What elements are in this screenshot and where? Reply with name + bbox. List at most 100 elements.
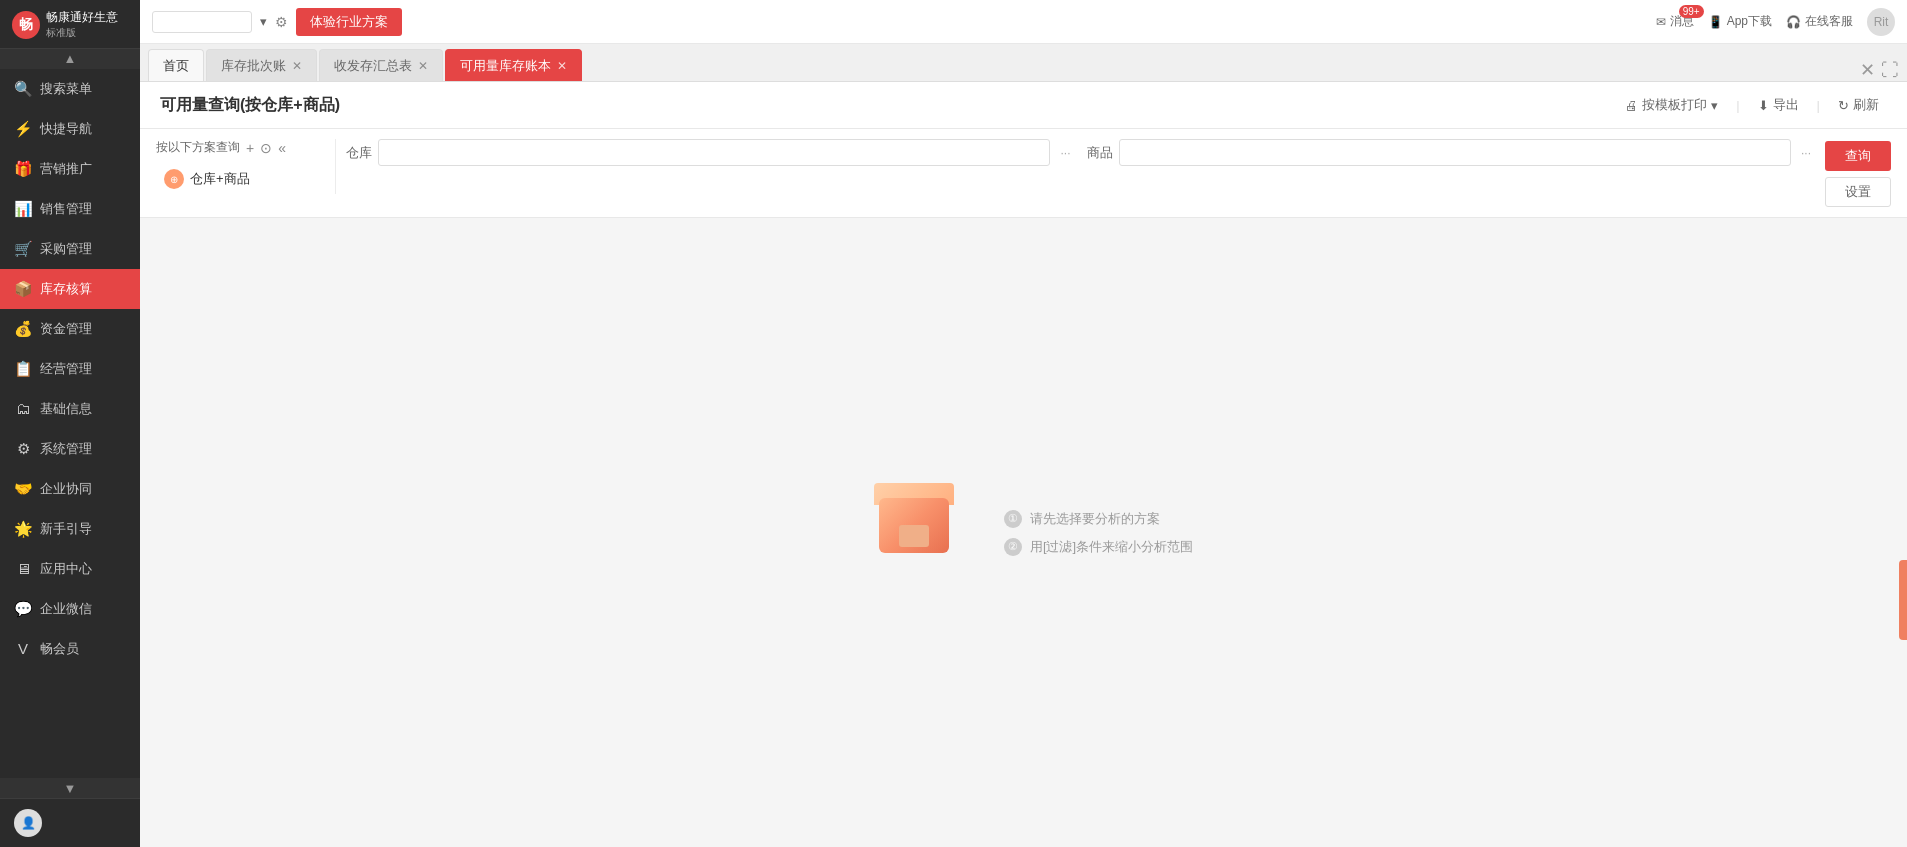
settings-icon[interactable]: ⚙ — [275, 14, 288, 30]
page-header-actions: 🖨 按模板打印 ▾ | ⬇ 导出 | ↻ 刷新 — [1617, 92, 1887, 118]
sidebar-item-member[interactable]: V 畅会员 — [0, 629, 140, 669]
sidebar-item-system[interactable]: ⚙ 系统管理 — [0, 429, 140, 469]
sidebar-scroll-up[interactable]: ▲ — [0, 49, 140, 69]
print-template-button[interactable]: 🖨 按模板打印 ▾ — [1617, 92, 1726, 118]
logo-badge: 标准版 — [46, 26, 118, 40]
page-header: 可用量查询(按仓库+商品) 🖨 按模板打印 ▾ | ⬇ 导出 | ↻ 刷新 — [140, 82, 1907, 129]
filter-field-product: 商品 ··· — [1087, 139, 1816, 166]
sidebar-item-shortcut[interactable]: ⚡ 快捷导航 — [0, 109, 140, 149]
shortcut-icon: ⚡ — [14, 120, 32, 138]
hint-1-text: 请先选择要分析的方案 — [1030, 510, 1160, 528]
sidebar-item-label: 系统管理 — [40, 440, 92, 458]
sidebar-item-label: 基础信息 — [40, 400, 92, 418]
warehouse-label: 仓库 — [346, 144, 372, 162]
topbar-right: ✉ 消息 99+ 📱 App下载 🎧 在线客服 Rit — [1656, 8, 1895, 36]
filter-scheme-header: 按以下方案查询 + ⊙ « — [156, 139, 323, 156]
filter-area: 按以下方案查询 + ⊙ « ⊕ 仓库+商品 仓库 ··· — [140, 129, 1907, 218]
sidebar: 畅 畅康通好生意 标准版 ▲ 🔍 搜索菜单 ⚡ 快捷导航 🎁 营销推广 📊 销售… — [0, 0, 140, 847]
tab-available-label: 可用量库存账本 — [460, 57, 551, 75]
customer-service-link[interactable]: 🎧 在线客服 — [1786, 13, 1853, 30]
box-icon: 📦 — [14, 280, 32, 298]
sidebar-item-collab[interactable]: 🤝 企业协同 — [0, 469, 140, 509]
sidebar-scroll-down[interactable]: ▼ — [0, 778, 140, 798]
tabs-right-actions: ✕ ⛶ — [1852, 59, 1907, 81]
hint-2-text: 用[过滤]条件来缩小分析范围 — [1030, 538, 1193, 556]
tab-batch-close-icon[interactable]: ✕ — [292, 59, 302, 73]
product-more-button[interactable]: ··· — [1797, 146, 1815, 160]
trial-industry-button[interactable]: 体验行业方案 — [296, 8, 402, 36]
add-scheme-icon[interactable]: + — [246, 140, 254, 156]
monitor-icon: 🖥 — [14, 560, 32, 577]
clipboard-icon: 📋 — [14, 360, 32, 378]
scheme-warehouse-product[interactable]: ⊕ 仓库+商品 — [156, 164, 323, 194]
vip-icon: V — [14, 640, 32, 657]
breadcrumb — [152, 11, 252, 33]
tab-home[interactable]: 首页 — [148, 49, 204, 81]
tab-available[interactable]: 可用量库存账本 ✕ — [445, 49, 582, 81]
page-content: 可用量查询(按仓库+商品) 🖨 按模板打印 ▾ | ⬇ 导出 | ↻ 刷新 — [140, 82, 1907, 847]
messages-button[interactable]: ✉ 消息 99+ — [1656, 13, 1694, 30]
empty-hints: ① 请先选择要分析的方案 ② 用[过滤]条件来缩小分析范围 — [1004, 510, 1193, 556]
export-button[interactable]: ⬇ 导出 — [1750, 92, 1807, 118]
print-icon: 🖨 — [1625, 98, 1638, 113]
filter-row-warehouse: 仓库 ··· 商品 ··· — [346, 139, 1815, 166]
tab-batch[interactable]: 库存批次账 ✕ — [206, 49, 317, 81]
scheme-label: 仓库+商品 — [190, 170, 250, 188]
sidebar-item-basic[interactable]: 🗂 基础信息 — [0, 389, 140, 429]
tab-summary-close-icon[interactable]: ✕ — [418, 59, 428, 73]
logo-icon: 畅 — [12, 11, 40, 39]
filter-right-buttons: 查询 设置 — [1825, 139, 1891, 207]
cart-icon: 🛒 — [14, 240, 32, 258]
warehouse-more-button[interactable]: ··· — [1056, 146, 1074, 160]
sidebar-item-label: 企业协同 — [40, 480, 92, 498]
tab-home-label: 首页 — [163, 57, 189, 75]
scheme-settings-icon[interactable]: ⊙ — [260, 140, 272, 156]
tab-batch-label: 库存批次账 — [221, 57, 286, 75]
folder-icon: 🗂 — [14, 400, 32, 417]
collapse-panel-icon[interactable]: « — [278, 140, 286, 156]
sidebar-nav: 🔍 搜索菜单 ⚡ 快捷导航 🎁 营销推广 📊 销售管理 🛒 采购管理 📦 库存核… — [0, 69, 140, 778]
sidebar-item-inventory[interactable]: 📦 库存核算 — [0, 269, 140, 309]
sidebar-item-label: 营销推广 — [40, 160, 92, 178]
warehouse-input[interactable] — [378, 139, 1050, 166]
money-icon: 💰 — [14, 320, 32, 338]
refresh-button[interactable]: ↻ 刷新 — [1830, 92, 1887, 118]
filter-field-warehouse: 仓库 ··· — [346, 139, 1075, 166]
sidebar-item-marketing[interactable]: 🎁 营销推广 — [0, 149, 140, 189]
sidebar-item-finance[interactable]: 💰 资金管理 — [0, 309, 140, 349]
user-avatar[interactable]: Rit — [1867, 8, 1895, 36]
logo-text: 畅康通好生意 — [46, 10, 118, 26]
sidebar-item-label: 企业微信 — [40, 600, 92, 618]
main-area: ▾ ⚙ 体验行业方案 ✉ 消息 99+ 📱 App下载 🎧 在线客服 Rit — [140, 0, 1907, 847]
sidebar-item-label: 库存核算 — [40, 280, 92, 298]
app-download-link[interactable]: 📱 App下载 — [1708, 13, 1772, 30]
filter-settings-button[interactable]: 设置 — [1825, 177, 1891, 207]
tabs-bar: 首页 库存批次账 ✕ 收发存汇总表 ✕ 可用量库存账本 ✕ ✕ ⛶ — [140, 44, 1907, 82]
product-input[interactable] — [1119, 139, 1791, 166]
avatar[interactable]: 👤 — [14, 809, 42, 837]
search-input[interactable] — [152, 11, 252, 33]
tab-summary-label: 收发存汇总表 — [334, 57, 412, 75]
sidebar-footer-user[interactable]: 👤 — [0, 798, 140, 847]
sidebar-item-operation[interactable]: 📋 经营管理 — [0, 349, 140, 389]
close-tab-button[interactable]: ✕ — [1860, 59, 1875, 81]
tab-summary[interactable]: 收发存汇总表 ✕ — [319, 49, 443, 81]
wechat-icon: 💬 — [14, 600, 32, 618]
sidebar-item-newbie[interactable]: 🌟 新手引导 — [0, 509, 140, 549]
filter-scheme-title: 按以下方案查询 — [156, 139, 240, 156]
right-edge-bar[interactable] — [1899, 560, 1907, 640]
sidebar-item-label: 搜索菜单 — [40, 80, 92, 98]
dropdown-chevron-icon[interactable]: ▾ — [260, 14, 267, 29]
expand-tab-button[interactable]: ⛶ — [1881, 60, 1899, 81]
sidebar-item-label: 畅会员 — [40, 640, 79, 658]
chart-icon: 📊 — [14, 200, 32, 218]
sidebar-item-purchase[interactable]: 🛒 采购管理 — [0, 229, 140, 269]
tab-available-close-icon[interactable]: ✕ — [557, 59, 567, 73]
sidebar-item-appcenter[interactable]: 🖥 应用中心 — [0, 549, 140, 589]
query-button[interactable]: 查询 — [1825, 141, 1891, 171]
refresh-icon: ↻ — [1838, 98, 1849, 113]
empty-state: ① 请先选择要分析的方案 ② 用[过滤]条件来缩小分析范围 — [140, 218, 1907, 847]
sidebar-item-wechat[interactable]: 💬 企业微信 — [0, 589, 140, 629]
sidebar-item-search[interactable]: 🔍 搜索菜单 — [0, 69, 140, 109]
sidebar-item-sales[interactable]: 📊 销售管理 — [0, 189, 140, 229]
